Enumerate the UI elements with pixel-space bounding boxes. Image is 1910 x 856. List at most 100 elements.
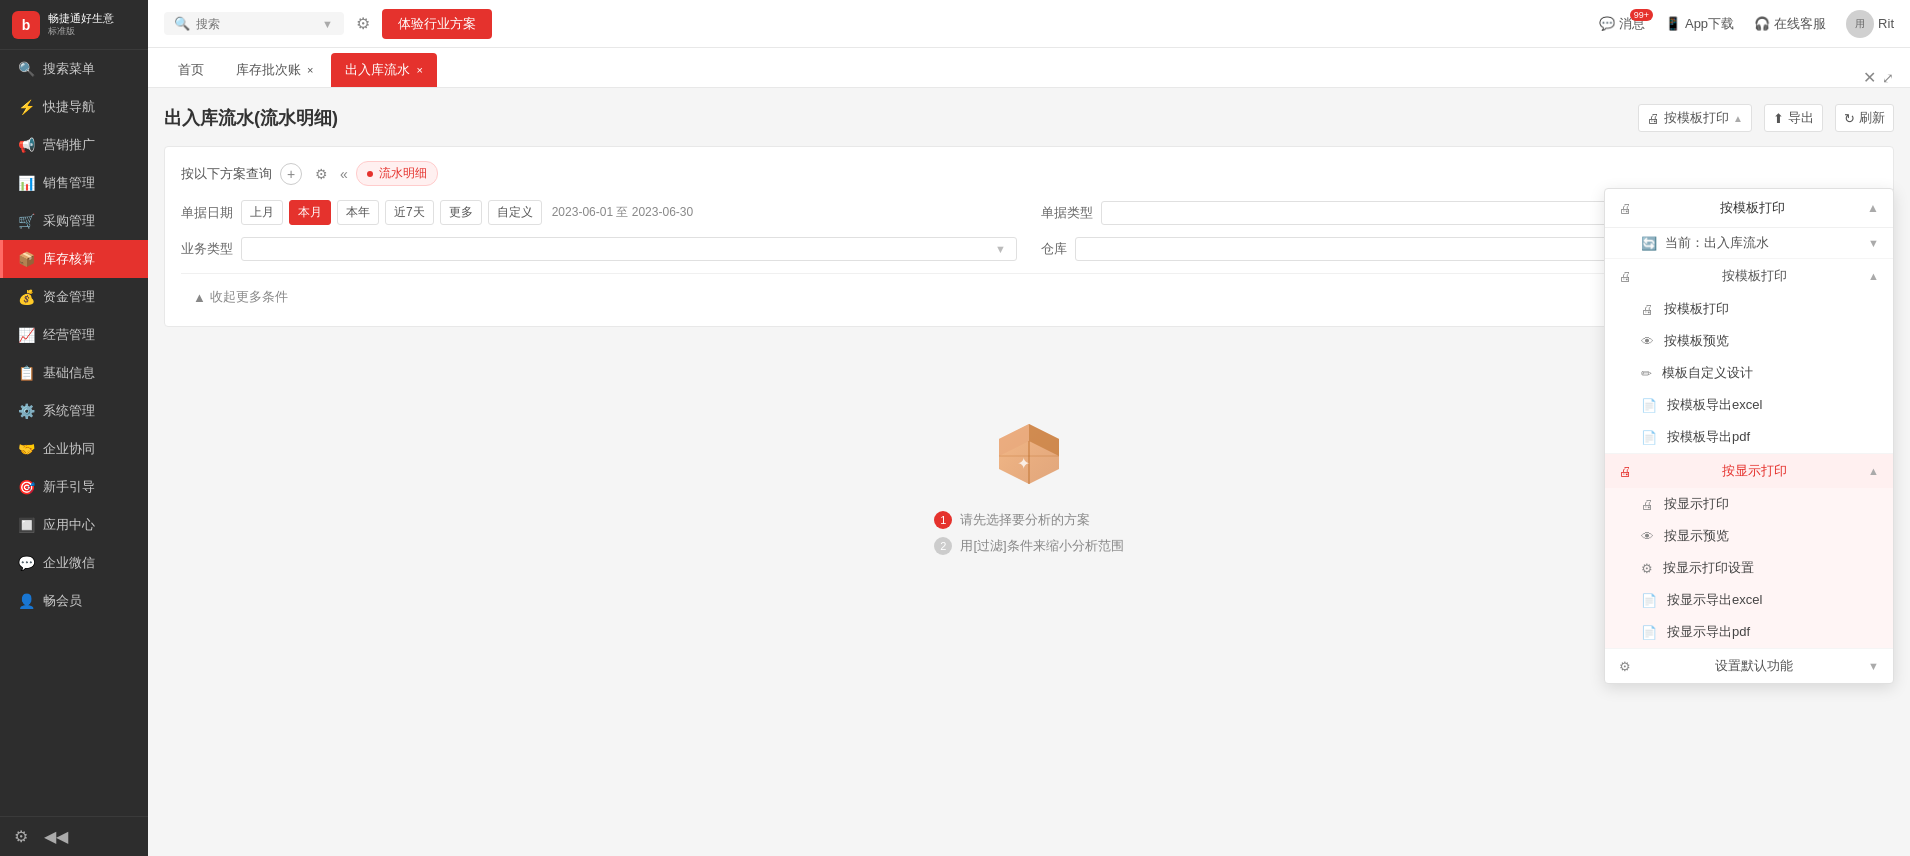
- doc-type-label: 单据类型: [1041, 204, 1093, 222]
- sidebar-item-members[interactable]: 👤 畅会员: [0, 582, 148, 620]
- display-print-settings-label: 按显示打印设置: [1663, 559, 1754, 577]
- filter-chip[interactable]: 流水明细: [356, 161, 438, 186]
- search-dropdown-icon: ▼: [322, 18, 333, 30]
- sidebar-item-quick-nav[interactable]: ⚡ 快捷导航: [0, 88, 148, 126]
- dropdown-header-chevron[interactable]: ▲: [1867, 201, 1879, 215]
- page-actions: 🖨 按模板打印 ▲ ⬆ 导出 ↻ 刷新: [1638, 104, 1894, 132]
- user-profile-item[interactable]: 用 Rit: [1846, 10, 1894, 38]
- sidebar-label-members: 畅会员: [43, 592, 82, 610]
- date-btn-this-year[interactable]: 本年: [337, 200, 379, 225]
- sidebar-label-base-info: 基础信息: [43, 364, 95, 382]
- app-name-block: 畅捷通好生意 标准版: [48, 11, 114, 38]
- display-print-item[interactable]: 🖨 按显示打印: [1605, 488, 1893, 520]
- sidebar-item-marketing[interactable]: 📢 营销推广: [0, 126, 148, 164]
- template-pdf-icon: 📄: [1641, 430, 1657, 445]
- date-btn-more[interactable]: 更多: [440, 200, 482, 225]
- business-type-label: 业务类型: [181, 240, 233, 258]
- tab-home-label: 首页: [178, 61, 204, 79]
- filter-collapse-btn[interactable]: «: [340, 166, 348, 182]
- notification-item[interactable]: 💬 消息 99+: [1599, 15, 1645, 33]
- sidebar-logo: b 畅捷通好生意 标准版: [0, 0, 148, 50]
- template-preview-item[interactable]: 👁 按模板预览: [1605, 325, 1893, 357]
- sidebar-item-operations[interactable]: 📈 经营管理: [0, 316, 148, 354]
- window-close-icon[interactable]: ✕: [1863, 68, 1876, 87]
- filter-settings-icon[interactable]: ⚙: [310, 163, 332, 185]
- display-print-section-header[interactable]: 🖨 按显示打印 ▲: [1605, 454, 1893, 488]
- display-settings-icon: ⚙: [1641, 561, 1653, 576]
- sidebar-item-sales[interactable]: 📊 销售管理: [0, 164, 148, 202]
- date-btn-this-month[interactable]: 本月: [289, 200, 331, 225]
- template-design-icon: ✏: [1641, 366, 1652, 381]
- sidebar-item-enterprise-wx[interactable]: 💬 企业微信: [0, 544, 148, 582]
- sidebar-item-base-info[interactable]: 📋 基础信息: [0, 354, 148, 392]
- date-btn-last-month[interactable]: 上月: [241, 200, 283, 225]
- display-export-excel-item[interactable]: 📄 按显示导出excel: [1605, 584, 1893, 616]
- template-export-excel-item[interactable]: 📄 按模板导出excel: [1605, 389, 1893, 421]
- sidebar-item-app-center[interactable]: 🔲 应用中心: [0, 506, 148, 544]
- topbar-search-box[interactable]: 🔍 ▼: [164, 12, 344, 35]
- sidebar-item-finance[interactable]: 💰 资金管理: [0, 278, 148, 316]
- sidebar-item-inventory[interactable]: 📦 库存核算: [0, 240, 148, 278]
- display-export-pdf-item[interactable]: 📄 按显示导出pdf: [1605, 616, 1893, 648]
- display-section-label: 按显示打印: [1722, 462, 1787, 480]
- settings-bottom-icon[interactable]: ⚙: [14, 827, 28, 846]
- refresh-icon: ↻: [1844, 111, 1855, 126]
- display-preview-item[interactable]: 👁 按显示预览: [1605, 520, 1893, 552]
- empty-step-1: 1 请先选择要分析的方案: [934, 511, 1123, 529]
- collapse-sidebar-icon[interactable]: ◀◀: [44, 827, 68, 846]
- filter-add-btn[interactable]: +: [280, 163, 302, 185]
- sidebar-item-purchase[interactable]: 🛒 采购管理: [0, 202, 148, 240]
- sidebar-item-cooperation[interactable]: 🤝 企业协同: [0, 430, 148, 468]
- template-print-section-header[interactable]: 🖨 按模板打印 ▲: [1605, 259, 1893, 293]
- app-download-item[interactable]: 📱 App下载: [1665, 15, 1734, 33]
- business-type-select[interactable]: ▼: [241, 237, 1017, 261]
- online-service-item[interactable]: 🎧 在线客服: [1754, 15, 1826, 33]
- export-btn[interactable]: ⬆ 导出: [1764, 104, 1823, 132]
- tab-inventory-batch-close[interactable]: ×: [307, 64, 313, 76]
- enterprise-wx-icon: 💬: [17, 554, 35, 572]
- display-print-settings-item[interactable]: ⚙ 按显示打印设置: [1605, 552, 1893, 584]
- date-btn-custom[interactable]: 自定义: [488, 200, 542, 225]
- online-service-label: 在线客服: [1774, 15, 1826, 33]
- marketing-icon: 📢: [17, 136, 35, 154]
- date-separator: 至: [616, 205, 631, 219]
- search-input[interactable]: [196, 17, 316, 31]
- template-preview-icon: 👁: [1641, 334, 1654, 349]
- filter-label: 按以下方案查询: [181, 165, 272, 183]
- step-1-num: 1: [934, 511, 952, 529]
- sidebar-label-system: 系统管理: [43, 402, 95, 420]
- template-section-chevron: ▲: [1868, 270, 1879, 282]
- display-print-section: 🖨 按显示打印 ▲ 🖨 按显示打印 👁 按显示预览 ⚙ 按显示打印设置: [1605, 454, 1893, 649]
- template-print-section: 🖨 按模板打印 ▲ 🖨 按模板打印 👁 按模板预览 ✏ 模板自定义设计: [1605, 259, 1893, 454]
- display-export-excel-label: 按显示导出excel: [1667, 591, 1762, 609]
- display-preview-icon: 👁: [1641, 529, 1654, 544]
- date-btn-7days[interactable]: 近7天: [385, 200, 434, 225]
- sidebar-item-search[interactable]: 🔍 搜索菜单: [0, 50, 148, 88]
- topbar-search-icon: 🔍: [174, 16, 190, 31]
- page-content: 出入库流水(流水明细) 🖨 按模板打印 ▲ ⬆ 导出 ↻ 刷新: [148, 88, 1910, 856]
- template-print-item[interactable]: 🖨 按模板打印: [1605, 293, 1893, 325]
- purchase-icon: 🛒: [17, 212, 35, 230]
- sidebar-label-search: 搜索菜单: [43, 60, 95, 78]
- display-section-icon: 🖨: [1619, 464, 1632, 479]
- template-export-pdf-item[interactable]: 📄 按模板导出pdf: [1605, 421, 1893, 453]
- tab-inventory-flow[interactable]: 出入库流水 ×: [331, 53, 436, 87]
- tab-home[interactable]: 首页: [164, 53, 218, 87]
- refresh-btn[interactable]: ↻ 刷新: [1835, 104, 1894, 132]
- sidebar-item-system[interactable]: ⚙️ 系统管理: [0, 392, 148, 430]
- trial-btn[interactable]: 体验行业方案: [382, 9, 492, 39]
- template-design-item[interactable]: ✏ 模板自定义设计: [1605, 357, 1893, 389]
- step-2-num: 2: [934, 537, 952, 555]
- settings-default-item[interactable]: ⚙ 设置默认功能 ▼: [1605, 649, 1893, 683]
- quick-nav-icon: ⚡: [17, 98, 35, 116]
- step-1-text: 请先选择要分析的方案: [960, 511, 1090, 529]
- tab-inventory-flow-close[interactable]: ×: [416, 64, 422, 76]
- template-print-btn[interactable]: 🖨 按模板打印 ▲: [1638, 104, 1752, 132]
- topbar-gear-icon[interactable]: ⚙: [356, 14, 370, 33]
- sidebar-item-guide[interactable]: 🎯 新手引导: [0, 468, 148, 506]
- window-expand-icon[interactable]: ⤢: [1882, 70, 1894, 86]
- display-print-label: 按显示打印: [1664, 495, 1729, 513]
- tab-inventory-batch[interactable]: 库存批次账 ×: [222, 53, 327, 87]
- notification-badge: 99+: [1630, 9, 1653, 21]
- sidebar-label-operations: 经营管理: [43, 326, 95, 344]
